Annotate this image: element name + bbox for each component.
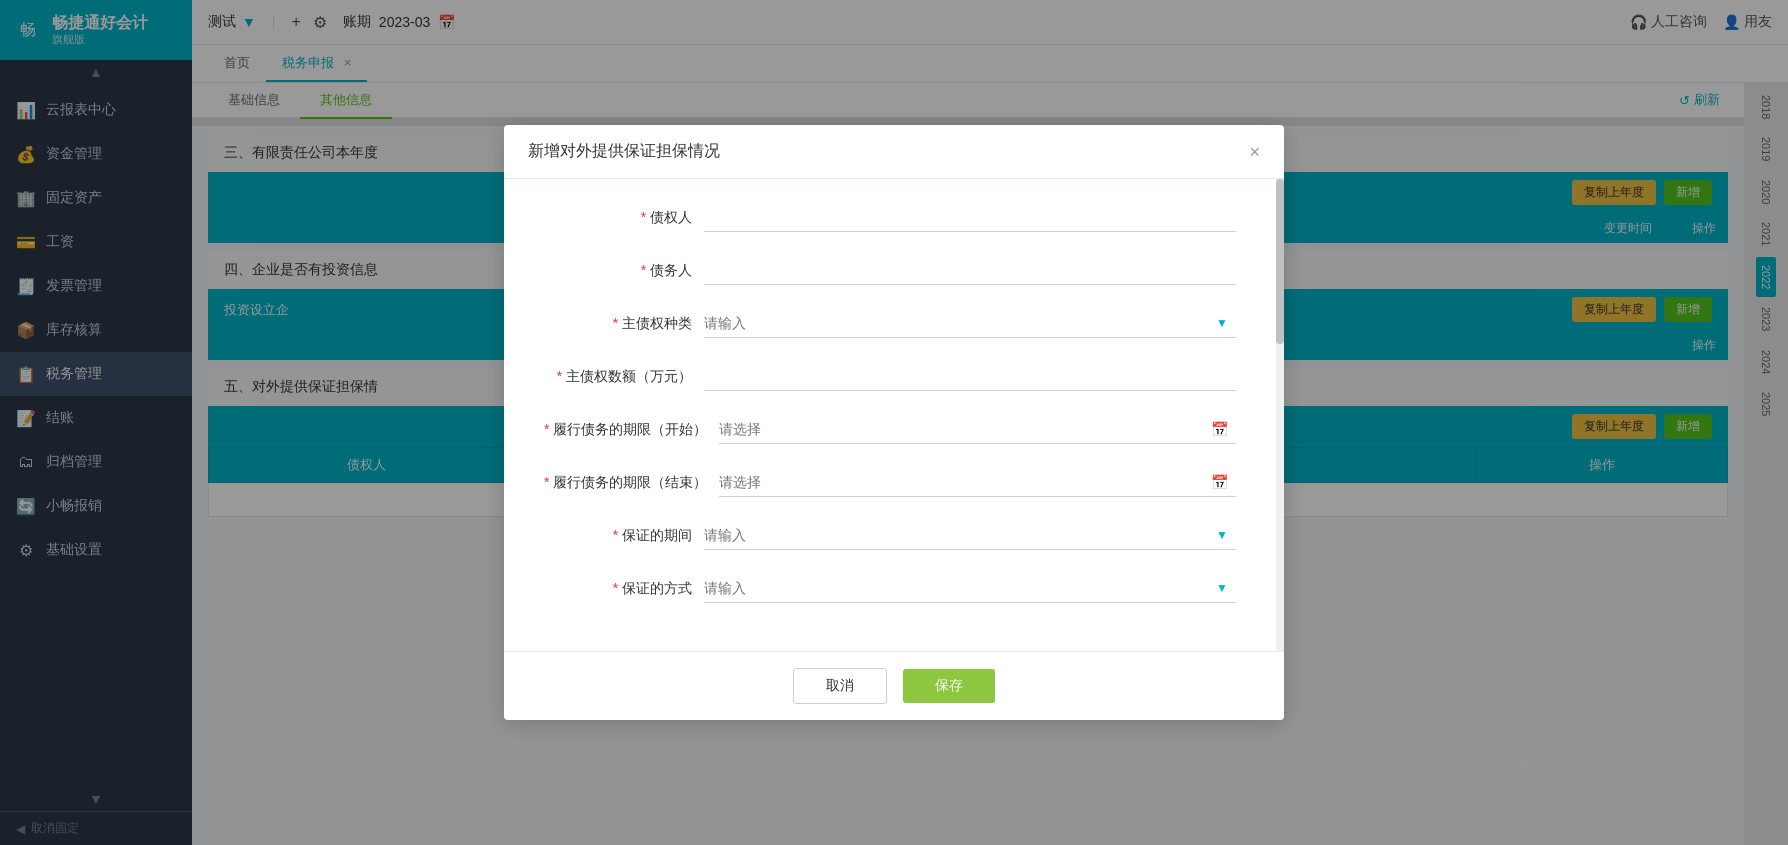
- calendar-icon-start[interactable]: 📅: [1203, 421, 1236, 437]
- label-claim-amount: * 主债权数额（万元）: [544, 368, 704, 386]
- select-guarantee-period[interactable]: [704, 521, 1208, 549]
- chevron-down-icon-method[interactable]: ▼: [1208, 581, 1236, 595]
- input-claim-amount[interactable]: [704, 362, 1236, 391]
- dialog-footer: 取消 保存: [504, 651, 1284, 720]
- dialog-body: * 债权人 * 债务人 * 主债权种: [504, 179, 1276, 651]
- label-guarantee-method: * 保证的方式: [544, 580, 704, 598]
- date-period-end-wrapper: 📅: [719, 468, 1236, 497]
- label-claim-type: * 主债权种类: [544, 315, 704, 333]
- label-debtor: * 债务人: [544, 262, 704, 280]
- label-period-end: * 履行债务的期限（结束）: [544, 474, 719, 492]
- select-claim-type-wrapper: ▼: [704, 309, 1236, 338]
- input-creditor[interactable]: [704, 203, 1236, 232]
- calendar-icon-end[interactable]: 📅: [1203, 474, 1236, 490]
- dialog-scrollbar[interactable]: [1276, 179, 1284, 651]
- date-period-end[interactable]: [719, 468, 1203, 496]
- form-row-claim-amount: * 主债权数额（万元）: [544, 362, 1236, 391]
- label-period-start: * 履行债务的期限（开始）: [544, 421, 719, 439]
- form-row-guarantee-method: * 保证的方式 ▼: [544, 574, 1236, 603]
- form-row-period-end: * 履行债务的期限（结束） 📅: [544, 468, 1236, 497]
- dialog-scrollbar-thumb: [1276, 179, 1284, 344]
- form-row-creditor: * 债权人: [544, 203, 1236, 232]
- save-button[interactable]: 保存: [903, 669, 995, 703]
- modal-overlay: 新增对外提供保证担保情况 × * 债权人 * 债务人: [0, 0, 1788, 845]
- select-claim-type[interactable]: [704, 309, 1208, 337]
- date-period-start[interactable]: [719, 415, 1203, 443]
- input-debtor[interactable]: [704, 256, 1236, 285]
- dialog-title: 新增对外提供保证担保情况: [528, 141, 720, 162]
- dialog-close-btn[interactable]: ×: [1249, 143, 1260, 161]
- form-row-period-start: * 履行债务的期限（开始） 📅: [544, 415, 1236, 444]
- select-guarantee-method[interactable]: [704, 574, 1208, 602]
- dialog: 新增对外提供保证担保情况 × * 债权人 * 债务人: [504, 125, 1284, 720]
- dialog-header: 新增对外提供保证担保情况 ×: [504, 125, 1284, 179]
- form-row-debtor: * 债务人: [544, 256, 1236, 285]
- cancel-button[interactable]: 取消: [793, 668, 887, 704]
- form-row-guarantee-period: * 保证的期间 ▼: [544, 521, 1236, 550]
- label-guarantee-period: * 保证的期间: [544, 527, 704, 545]
- form-row-claim-type: * 主债权种类 ▼: [544, 309, 1236, 338]
- select-guarantee-period-wrapper: ▼: [704, 521, 1236, 550]
- date-period-start-wrapper: 📅: [719, 415, 1236, 444]
- select-guarantee-method-wrapper: ▼: [704, 574, 1236, 603]
- chevron-down-icon-guarantee[interactable]: ▼: [1208, 528, 1236, 542]
- chevron-down-icon-claim[interactable]: ▼: [1208, 316, 1236, 330]
- label-creditor: * 债权人: [544, 209, 704, 227]
